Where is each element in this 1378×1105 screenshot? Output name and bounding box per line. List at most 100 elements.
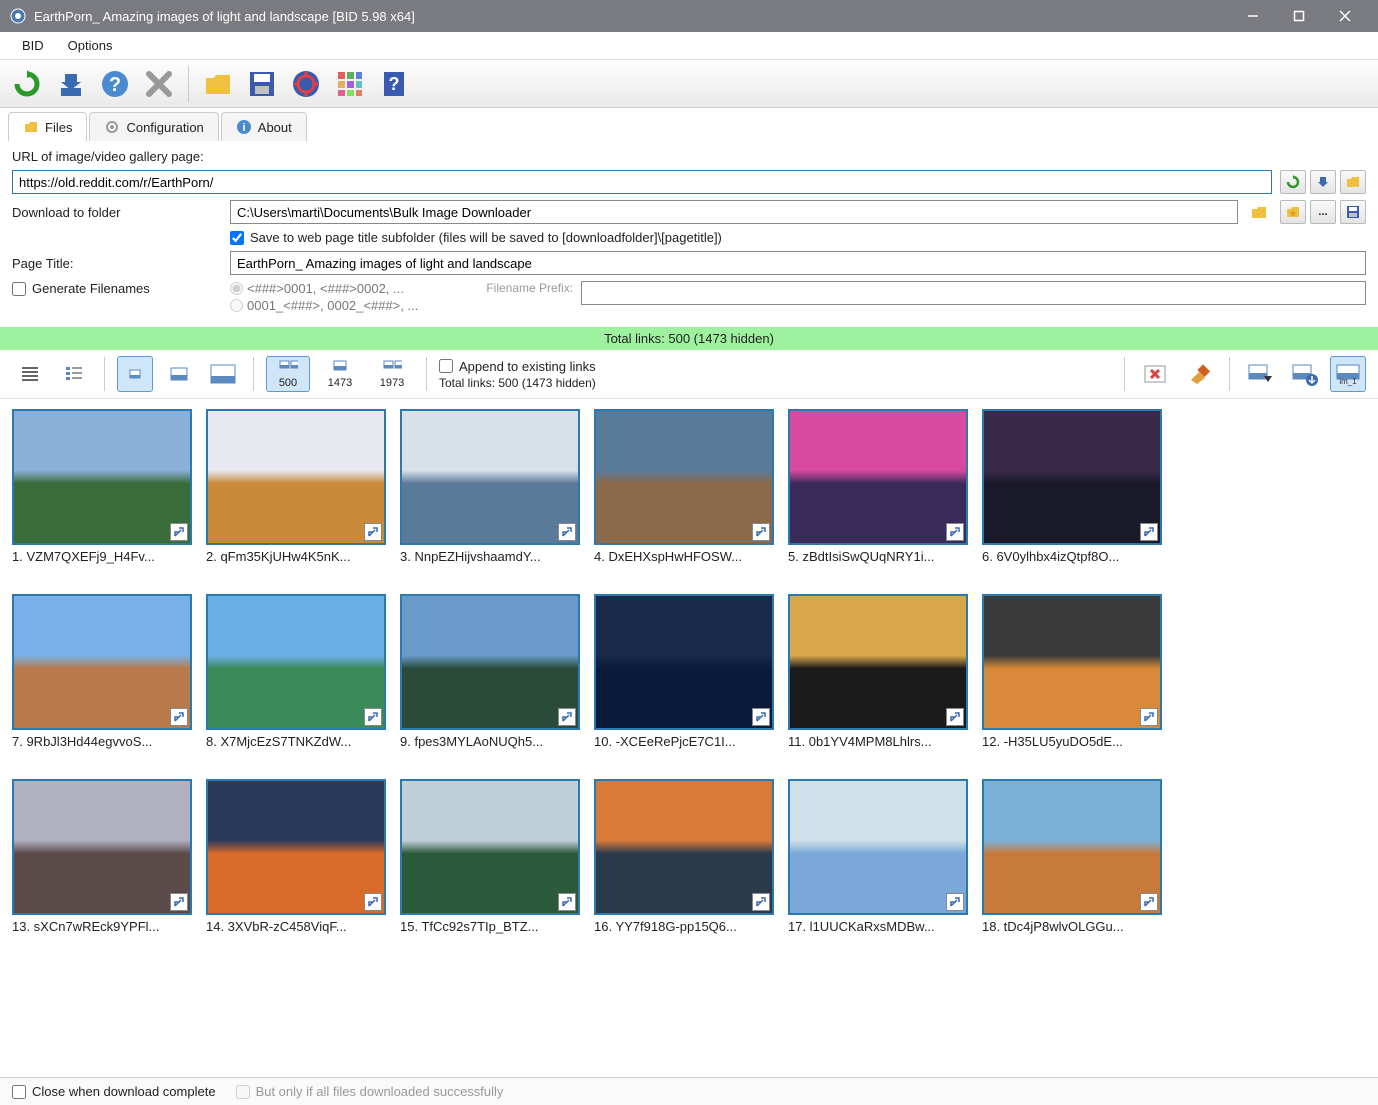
rename-button[interactable]: im_1 bbox=[1330, 356, 1366, 392]
remove-selected-button[interactable] bbox=[1137, 356, 1173, 392]
folder-save-button[interactable] bbox=[1340, 200, 1366, 224]
thumbnail-item[interactable]: 3. NnpEZHijvshaamdY... bbox=[400, 409, 582, 564]
thumbnail-item[interactable]: 12. -H35LU5yuDO5dE... bbox=[982, 594, 1164, 749]
thumbnail-image[interactable] bbox=[400, 779, 580, 915]
thumbnail-item[interactable]: 13. sXCn7wREck9YPFl... bbox=[12, 779, 194, 934]
thumbnail-item[interactable]: 10. -XCEeRePjcE7C1I... bbox=[594, 594, 776, 749]
thumbnail-image[interactable] bbox=[788, 594, 968, 730]
thumbnail-image[interactable] bbox=[788, 409, 968, 545]
link-badge-icon bbox=[364, 523, 382, 541]
view-thumb-small-button[interactable] bbox=[117, 356, 153, 392]
thumbnail-item[interactable]: 8. X7MjcEzS7TNKZdW... bbox=[206, 594, 388, 749]
download-button[interactable] bbox=[52, 65, 90, 103]
view-details-button[interactable] bbox=[56, 356, 92, 392]
thumbnail-image[interactable] bbox=[400, 409, 580, 545]
thumbnail-image[interactable] bbox=[594, 594, 774, 730]
url-input[interactable] bbox=[12, 170, 1272, 194]
close-when-complete-label: Close when download complete bbox=[32, 1084, 216, 1099]
link-badge-icon bbox=[1140, 523, 1158, 541]
view-thumb-large-button[interactable] bbox=[205, 356, 241, 392]
svg-text:?: ? bbox=[109, 74, 121, 96]
thumbnail-item[interactable]: 11. 0b1YV4MPM8Lhlrs... bbox=[788, 594, 970, 749]
thumbnail-image[interactable] bbox=[206, 594, 386, 730]
view-thumb-medium-button[interactable] bbox=[161, 356, 197, 392]
link-badge-icon bbox=[752, 708, 770, 726]
count-total-button[interactable]: 1973 bbox=[370, 357, 414, 391]
delete-button[interactable] bbox=[140, 65, 178, 103]
thumbnail-label: 4. DxEHXspHwHFOSW... bbox=[594, 549, 776, 564]
thumbnail-item[interactable]: 6. 6V0ylhbx4izQtpf8O... bbox=[982, 409, 1164, 564]
minimize-button[interactable] bbox=[1230, 0, 1276, 32]
thumbnail-image[interactable] bbox=[982, 594, 1162, 730]
tab-files[interactable]: Files bbox=[8, 112, 87, 141]
url-label: URL of image/video gallery page: bbox=[12, 149, 204, 164]
thumbnail-image[interactable] bbox=[594, 779, 774, 915]
generate-filenames-checkbox[interactable] bbox=[12, 282, 26, 296]
page-title-input[interactable] bbox=[230, 251, 1366, 275]
thumbnail-image[interactable] bbox=[594, 409, 774, 545]
skip-button[interactable] bbox=[1242, 356, 1278, 392]
thumbnail-item[interactable]: 5. zBdtIsiSwQUqNRY1i... bbox=[788, 409, 970, 564]
link-badge-icon bbox=[1140, 893, 1158, 911]
folder-browse-button[interactable]: ... bbox=[1310, 200, 1336, 224]
help-button[interactable]: ? bbox=[96, 65, 134, 103]
settings-button[interactable] bbox=[287, 65, 325, 103]
link-badge-icon bbox=[170, 708, 188, 726]
thumbnail-item[interactable]: 16. YY7f918G-pp15Q6... bbox=[594, 779, 776, 934]
link-badge-icon bbox=[946, 708, 964, 726]
thumbnail-image[interactable] bbox=[206, 409, 386, 545]
thumbnail-image[interactable] bbox=[982, 409, 1162, 545]
link-badge-icon bbox=[558, 708, 576, 726]
thumbnail-image[interactable] bbox=[12, 779, 192, 915]
url-download-button[interactable] bbox=[1310, 170, 1336, 194]
thumbnail-item[interactable]: 14. 3XVbR-zC458ViqF... bbox=[206, 779, 388, 934]
thumbnail-label: 13. sXCn7wREck9YPFl... bbox=[12, 919, 194, 934]
only-if-success-checkbox bbox=[236, 1085, 250, 1099]
browse-folder-icon[interactable] bbox=[1246, 200, 1272, 224]
folder-favorite-button[interactable] bbox=[1280, 200, 1306, 224]
tab-configuration-label: Configuration bbox=[126, 120, 203, 135]
thumbnail-label: 17. l1UUCKaRxsMDBw... bbox=[788, 919, 970, 934]
close-button[interactable] bbox=[1322, 0, 1368, 32]
thumbnail-item[interactable]: 18. tDc4jP8wlvOLGGu... bbox=[982, 779, 1164, 934]
save-button[interactable] bbox=[243, 65, 281, 103]
book-help-button[interactable]: ? bbox=[375, 65, 413, 103]
count-hidden-button[interactable]: 1473 bbox=[318, 357, 362, 391]
main-toolbar: ? ? bbox=[0, 60, 1378, 108]
view-list-button[interactable] bbox=[12, 356, 48, 392]
thumbnail-gallery[interactable]: 1. VZM7QXEFj9_H4Fv... 2. qFm35KjUHw4K5nK… bbox=[0, 399, 1378, 1077]
folder-input[interactable] bbox=[230, 200, 1238, 224]
grid-button[interactable] bbox=[331, 65, 369, 103]
thumbnail-item[interactable]: 17. l1UUCKaRxsMDBw... bbox=[788, 779, 970, 934]
maximize-button[interactable] bbox=[1276, 0, 1322, 32]
download-selected-button[interactable] bbox=[1286, 356, 1322, 392]
url-refresh-button[interactable] bbox=[1280, 170, 1306, 194]
thumbnail-item[interactable]: 2. qFm35KjUHw4K5nK... bbox=[206, 409, 388, 564]
count-filtered-button[interactable]: 500 bbox=[266, 356, 310, 392]
menu-bid[interactable]: BID bbox=[10, 34, 56, 57]
thumbnail-image[interactable] bbox=[788, 779, 968, 915]
thumbnail-item[interactable]: 9. fpes3MYLAoNUQh5... bbox=[400, 594, 582, 749]
close-when-complete-checkbox[interactable] bbox=[12, 1085, 26, 1099]
thumbnail-item[interactable]: 7. 9RbJl3Hd44egvvoS... bbox=[12, 594, 194, 749]
tab-configuration[interactable]: Configuration bbox=[89, 112, 218, 141]
link-badge-icon bbox=[170, 893, 188, 911]
thumbnail-image[interactable] bbox=[982, 779, 1162, 915]
url-folder-button[interactable] bbox=[1340, 170, 1366, 194]
filename-prefix-label: Filename Prefix: bbox=[486, 281, 573, 295]
save-subfolder-checkbox[interactable] bbox=[230, 231, 244, 245]
thumbnail-image[interactable] bbox=[12, 594, 192, 730]
thumbnail-item[interactable]: 4. DxEHXspHwHFOSW... bbox=[594, 409, 776, 564]
thumbnail-item[interactable]: 15. TfCc92s7TIp_BTZ... bbox=[400, 779, 582, 934]
folder-button[interactable] bbox=[199, 65, 237, 103]
append-links-checkbox[interactable] bbox=[439, 359, 453, 373]
menubar: BID Options bbox=[0, 32, 1378, 60]
clear-button[interactable] bbox=[1181, 356, 1217, 392]
refresh-button[interactable] bbox=[8, 65, 46, 103]
thumbnail-image[interactable] bbox=[400, 594, 580, 730]
thumbnail-item[interactable]: 1. VZM7QXEFj9_H4Fv... bbox=[12, 409, 194, 564]
menu-options[interactable]: Options bbox=[56, 34, 125, 57]
thumbnail-image[interactable] bbox=[12, 409, 192, 545]
thumbnail-image[interactable] bbox=[206, 779, 386, 915]
tab-about[interactable]: i About bbox=[221, 112, 307, 141]
